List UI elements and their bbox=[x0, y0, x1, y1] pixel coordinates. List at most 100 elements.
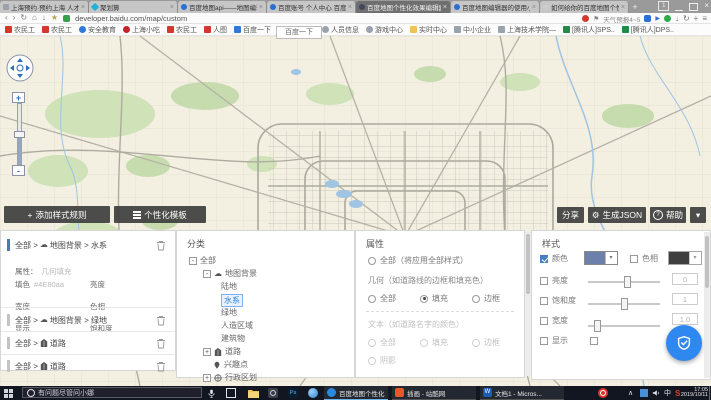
bookmark-item[interactable]: [腾讯人]SPS.. bbox=[563, 25, 615, 35]
bookmark-item[interactable]: 上海技术学院— bbox=[498, 25, 556, 35]
tab-4[interactable]: 百度账号 个人中心 百度安全× bbox=[267, 1, 356, 13]
pinned-app-button[interactable] bbox=[268, 386, 278, 400]
share-button[interactable]: 分享 bbox=[557, 207, 584, 223]
bookmark-item[interactable]: 安全教育 bbox=[79, 25, 116, 35]
rule-item-road-1[interactable]: 全部 > 道路 bbox=[1, 332, 175, 354]
collapse-icon[interactable]: - bbox=[203, 269, 211, 278]
url-text[interactable]: developer.baidu.com/map/custom bbox=[75, 14, 187, 23]
bookmark-item[interactable]: 百度一下 bbox=[234, 25, 271, 35]
refresh-icon[interactable]: ↻ bbox=[20, 13, 27, 23]
tree-item-land[interactable]: 陆地 bbox=[221, 281, 237, 292]
sogou-tray-icon[interactable]: S bbox=[675, 386, 680, 400]
width-slider[interactable] bbox=[588, 320, 660, 332]
brightness-value[interactable]: 0 bbox=[672, 273, 698, 285]
tab-2[interactable]: 聚划算 × bbox=[89, 1, 178, 13]
tree-item-building[interactable]: 建筑物 bbox=[221, 333, 245, 344]
collapse-icon[interactable]: - bbox=[189, 256, 197, 265]
tab-1[interactable]: 上海预约·预约上海 人才服务× bbox=[0, 1, 89, 13]
add-extension-icon[interactable]: + bbox=[694, 14, 699, 24]
bookmark-item[interactable]: 游戏中心 bbox=[366, 25, 403, 35]
tab-count-box[interactable]: 1 bbox=[658, 1, 670, 11]
panel-scrollbar[interactable] bbox=[525, 232, 531, 376]
ime-indicator[interactable]: 中 bbox=[664, 386, 671, 400]
file-explorer-button[interactable] bbox=[248, 386, 259, 400]
download-manager-icon[interactable]: ↓ bbox=[42, 13, 46, 23]
bookmark-item[interactable]: 农民工 bbox=[5, 25, 35, 35]
map-pan-control[interactable] bbox=[6, 54, 34, 82]
checkbox-color-checked[interactable] bbox=[540, 254, 548, 263]
taskbar-clock[interactable]: 17:05 2019/10/11 bbox=[681, 386, 708, 400]
tab-6[interactable]: 百度地图编辑器的使用小技巧操作 百度× bbox=[451, 1, 540, 13]
collapse-panel-button[interactable]: ▾ bbox=[690, 207, 706, 223]
task-zcool[interactable]: 插画 - 站酷网 bbox=[392, 386, 476, 400]
bookmark-star-icon[interactable]: ★ bbox=[51, 13, 58, 23]
tab-close-icon[interactable]: × bbox=[443, 4, 447, 11]
checkbox-brightness[interactable] bbox=[540, 276, 548, 285]
tab-close-icon[interactable]: × bbox=[170, 4, 174, 11]
bookmark-item[interactable]: 农民工 bbox=[42, 25, 72, 35]
tree-item-all[interactable]: - 全部 bbox=[189, 255, 216, 266]
tab-close-icon[interactable]: × bbox=[259, 4, 263, 11]
maximize-icon[interactable] bbox=[689, 2, 699, 11]
radio-all[interactable] bbox=[368, 256, 376, 265]
delete-rule-icon[interactable] bbox=[156, 361, 166, 372]
tab-close-icon[interactable]: × bbox=[81, 4, 85, 11]
back-icon[interactable]: ‹ bbox=[5, 13, 8, 23]
bookmark-item[interactable]: 上海小吃 bbox=[123, 25, 160, 35]
refresh2-icon[interactable]: ↻ bbox=[683, 14, 690, 24]
forward-icon[interactable]: › bbox=[13, 13, 16, 23]
template-button[interactable]: 个性化模板 bbox=[114, 206, 206, 223]
zoom-in-button[interactable]: + bbox=[12, 92, 25, 103]
task-baidu-map-editor[interactable]: 百度地图个性化·Hi... bbox=[324, 386, 388, 400]
delete-rule-icon[interactable] bbox=[156, 338, 166, 349]
bookmark-item[interactable]: 中小企业 bbox=[454, 25, 491, 35]
start-button[interactable] bbox=[4, 386, 13, 400]
add-style-rule-button[interactable]: + 添加样式规则 bbox=[4, 206, 110, 223]
network-tray-icon[interactable] bbox=[640, 386, 648, 400]
bookmark-item[interactable]: [腾讯人]DPS.. bbox=[621, 25, 674, 35]
zoom-slider-handle[interactable] bbox=[13, 131, 25, 138]
bookmark-item[interactable]: 实时中心 bbox=[410, 25, 447, 35]
tab-close-icon[interactable]: × bbox=[348, 4, 352, 11]
checkbox-saturation[interactable] bbox=[540, 296, 548, 305]
tray-expand-button[interactable]: ∧ bbox=[628, 386, 633, 400]
tree-item-admin[interactable]: + 行政区划 bbox=[203, 372, 257, 383]
status-extension-icon[interactable] bbox=[663, 15, 671, 22]
checkbox-hue[interactable] bbox=[630, 254, 638, 263]
cortana-search-box[interactable]: 有问题尽管问小娜 bbox=[22, 387, 202, 398]
tab-5-active[interactable]: 百度地图个性化效果编辑器 × bbox=[356, 1, 451, 13]
feedback-fab-button[interactable] bbox=[666, 325, 702, 361]
page-scrollbar[interactable] bbox=[704, 232, 710, 378]
brightness-slider[interactable] bbox=[588, 276, 660, 288]
tab-7[interactable]: 如何给你的百度地图个性化编辑× bbox=[540, 1, 629, 13]
scrollbar-thumb[interactable] bbox=[526, 234, 530, 294]
tree-item-manmade[interactable]: 人造区域 bbox=[221, 320, 253, 331]
tab-3[interactable]: 百度地图api——地图编辑工具(水...× bbox=[178, 1, 267, 13]
delete-rule-icon[interactable] bbox=[156, 240, 166, 251]
baidu-search-hint[interactable]: 百度一下 bbox=[276, 26, 322, 39]
photoshop-button[interactable]: Ps bbox=[288, 386, 298, 400]
task-view-button[interactable] bbox=[226, 386, 236, 400]
tree-item-map-background[interactable]: - ☁ 地图背景 bbox=[203, 268, 257, 279]
volume-tray-icon[interactable] bbox=[652, 386, 660, 400]
notes-extension-icon[interactable] bbox=[644, 15, 652, 22]
scrollbar-thumb[interactable] bbox=[705, 236, 709, 288]
rule-item-road-2[interactable]: 全部 > 道路 bbox=[1, 355, 175, 377]
extension-weather-text[interactable]: 天气预报4~5 bbox=[603, 14, 640, 24]
adblock-icon[interactable] bbox=[582, 15, 590, 22]
color-swatch-dropdown[interactable]: ▾ bbox=[584, 251, 618, 265]
task-word-document[interactable]: W 文档1 - Micros... bbox=[480, 386, 564, 400]
menu-icon[interactable]: ≡ bbox=[702, 14, 707, 24]
checkbox-width[interactable] bbox=[540, 316, 548, 325]
download-icon[interactable]: ↓ bbox=[675, 14, 679, 24]
tree-item-road[interactable]: + 道路 bbox=[203, 346, 241, 357]
slider-thumb[interactable] bbox=[621, 298, 629, 310]
generate-json-button[interactable]: ⚙ 生成JSON bbox=[588, 207, 646, 223]
checkbox-show[interactable] bbox=[540, 336, 548, 345]
radio-txt-all[interactable] bbox=[368, 338, 376, 347]
radio-geo-all[interactable] bbox=[368, 294, 376, 303]
tree-item-poi[interactable]: 兴趣点 bbox=[213, 359, 248, 370]
slider-thumb[interactable] bbox=[593, 320, 601, 332]
checkbox-show-value[interactable] bbox=[590, 336, 598, 345]
zoom-slider-track[interactable] bbox=[13, 103, 25, 165]
